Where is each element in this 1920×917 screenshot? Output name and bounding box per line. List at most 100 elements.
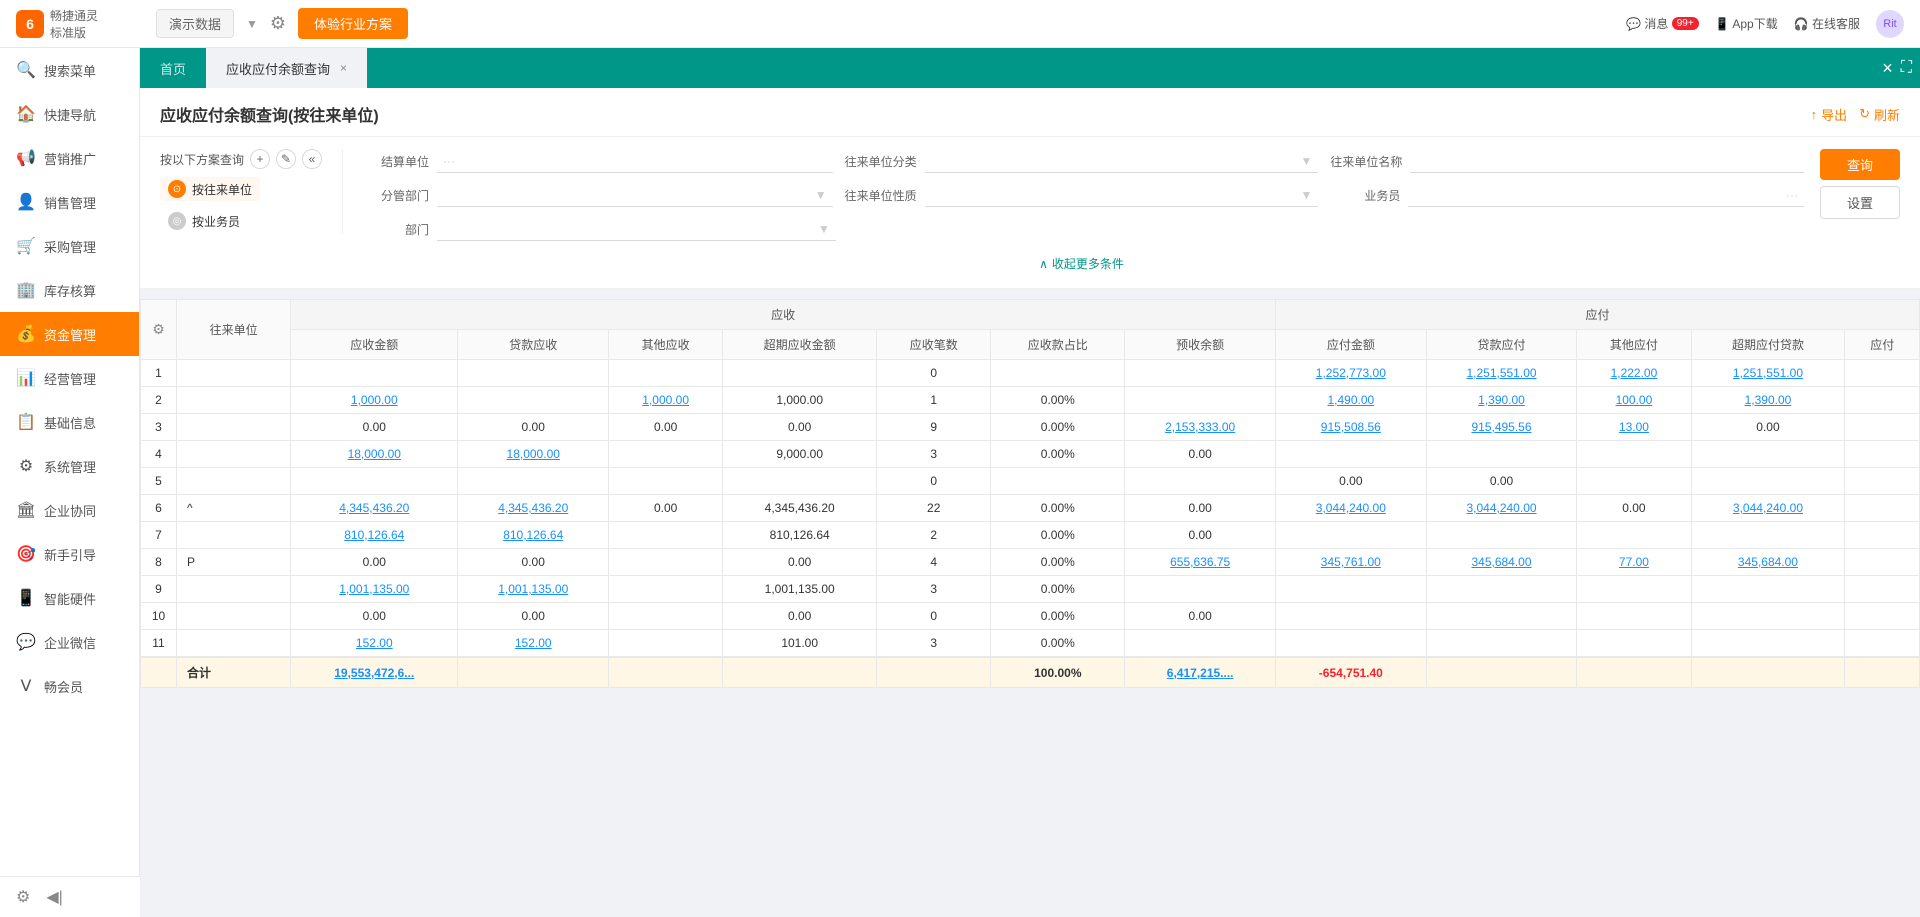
table-row: 500.000.00 <box>141 468 1920 495</box>
row-payable-col <box>1845 495 1920 522</box>
row-receivable-amt[interactable]: 18,000.00 <box>291 441 458 468</box>
query-button[interactable]: 查询 <box>1820 149 1900 180</box>
edit-scheme-button[interactable]: ✎ <box>276 149 296 169</box>
avatar[interactable]: Rit <box>1876 10 1904 38</box>
settlement-unit-input[interactable]: ··· <box>437 149 833 173</box>
sidebar-item-operations[interactable]: 📊 经营管理 <box>0 356 139 400</box>
sidebar-item-purchase[interactable]: 🛒 采购管理 <box>0 224 139 268</box>
tab-close-window-icon[interactable]: × <box>1882 58 1893 79</box>
row-other-payable[interactable]: 77.00 <box>1577 549 1691 576</box>
total-prepaid[interactable]: 6,417,215.... <box>1125 657 1276 688</box>
table-row: 7810,126.64810,126.64810,126.6420.00%0.0… <box>141 522 1920 549</box>
sidebar-item-enterprise-collab[interactable]: 🏛 企业协同 <box>0 488 139 532</box>
row-overdue-payable[interactable]: 345,684.00 <box>1691 549 1845 576</box>
settings-icon[interactable]: ⚙ <box>270 13 286 34</box>
scheme-option1-label: 按往来单位 <box>192 181 252 198</box>
row-loan-payable[interactable]: 345,684.00 <box>1426 549 1577 576</box>
online-service-link[interactable]: 🎧 在线客服 <box>1794 15 1860 32</box>
row-receivable-count: 0 <box>877 603 991 630</box>
settings-button[interactable]: 设置 <box>1820 186 1900 219</box>
sidebar-item-basic-info[interactable]: 📋 基础信息 <box>0 400 139 444</box>
row-payable-amt[interactable]: 3,044,240.00 <box>1276 495 1427 522</box>
row-loan-receivable[interactable]: 18,000.00 <box>458 441 609 468</box>
row-partner: ^ <box>177 495 291 522</box>
tab-close-icon[interactable]: × <box>340 61 347 75</box>
row-overdue-payable <box>1691 468 1845 495</box>
row-receivable-amt[interactable]: 810,126.64 <box>291 522 458 549</box>
row-loan-receivable[interactable]: 4,345,436.20 <box>458 495 609 522</box>
sidebar-item-member[interactable]: Ⅴ 畅会员 <box>0 664 139 708</box>
row-loan-payable[interactable]: 915,495.56 <box>1426 414 1577 441</box>
sidebar-item-inventory[interactable]: 🏢 库存核算 <box>0 268 139 312</box>
total-row: 合计 19,553,472,6... 100.00% 6,417,215....… <box>141 657 1920 688</box>
dept-input[interactable]: ▼ <box>437 217 836 241</box>
row-payable-col <box>1845 630 1920 658</box>
partner-name-input[interactable] <box>1410 149 1804 173</box>
row-overdue-payable[interactable]: 1,390.00 <box>1691 387 1845 414</box>
row-receivable-amt[interactable]: 1,001,135.00 <box>291 576 458 603</box>
sidebar-collapse-icon[interactable]: ◀| <box>46 887 62 907</box>
tab-fullscreen-icon[interactable]: ⛶ <box>1901 59 1912 77</box>
row-overdue-receivable: 0.00 <box>723 414 877 441</box>
row-no: 5 <box>141 468 177 495</box>
scheme-top: 按以下方案查询 + ✎ « <box>160 149 322 169</box>
row-other-receivable[interactable]: 1,000.00 <box>609 387 723 414</box>
row-overdue-payable[interactable]: 3,044,240.00 <box>1691 495 1845 522</box>
refresh-button[interactable]: ↻ 刷新 <box>1859 105 1900 124</box>
row-other-payable[interactable]: 100.00 <box>1577 387 1691 414</box>
sidebar-item-beginner[interactable]: 🎯 新手引导 <box>0 532 139 576</box>
row-receivable-ratio: 0.00% <box>991 495 1125 522</box>
company-name[interactable]: 演示数据 <box>156 9 234 38</box>
row-prepaid-balance[interactable]: 655,636.75 <box>1125 549 1276 576</box>
row-loan-payable[interactable]: 3,044,240.00 <box>1426 495 1577 522</box>
row-payable-amt[interactable]: 915,508.56 <box>1276 414 1427 441</box>
partner-nature-input[interactable]: ▼ <box>925 183 1319 207</box>
add-scheme-button[interactable]: + <box>250 149 270 169</box>
partner-category-input[interactable]: ▼ <box>925 149 1319 173</box>
scheme-option-salesman[interactable]: ◎ 按业务员 <box>160 209 248 233</box>
sidebar-item-system[interactable]: ⚙ 系统管理 <box>0 444 139 488</box>
row-payable-amt[interactable]: 1,252,773.00 <box>1276 360 1427 387</box>
row-partner <box>177 603 291 630</box>
row-loan-receivable[interactable]: 1,001,135.00 <box>458 576 609 603</box>
row-payable-amt[interactable]: 345,761.00 <box>1276 549 1427 576</box>
scheme-option-partner[interactable]: ⊙ 按往来单位 <box>160 177 260 201</box>
sidebar-item-quick-nav[interactable]: 🏠 快捷导航 <box>0 92 139 136</box>
tab-receivable-query[interactable]: 应收应付余额查询 × <box>206 48 367 88</box>
sidebar-item-sales[interactable]: 👤 销售管理 <box>0 180 139 224</box>
sidebar-item-smart-hardware[interactable]: 📱 智能硬件 <box>0 576 139 620</box>
row-receivable-amt[interactable]: 4,345,436.20 <box>291 495 458 522</box>
row-overdue-payable[interactable]: 1,251,551.00 <box>1691 360 1845 387</box>
row-payable-amt[interactable]: 1,490.00 <box>1276 387 1427 414</box>
row-loan-receivable[interactable]: 810,126.64 <box>458 522 609 549</box>
salesman-dots: ··· <box>1786 188 1798 202</box>
row-loan-payable[interactable]: 1,251,551.00 <box>1426 360 1577 387</box>
export-button[interactable]: ↑ 导出 <box>1811 105 1848 124</box>
dept-manager-input[interactable]: ▼ <box>437 183 833 207</box>
row-loan-receivable[interactable]: 152.00 <box>458 630 609 658</box>
row-other-receivable: 0.00 <box>609 495 723 522</box>
sidebar-item-enterprise-wechat[interactable]: 💬 企业微信 <box>0 620 139 664</box>
row-receivable-amt[interactable]: 1,000.00 <box>291 387 458 414</box>
row-receivable-amt[interactable]: 152.00 <box>291 630 458 658</box>
row-prepaid-balance[interactable]: 2,153,333.00 <box>1125 414 1276 441</box>
sidebar-item-finance[interactable]: 💰 资金管理 <box>0 312 139 356</box>
row-overdue-receivable <box>723 468 877 495</box>
row-other-payable[interactable]: 1,222.00 <box>1577 360 1691 387</box>
salesman-input[interactable]: ··· <box>1408 183 1804 207</box>
app-download-link[interactable]: 📱 App下载 <box>1715 15 1778 32</box>
total-receivable[interactable]: 19,553,472,6... <box>291 657 458 688</box>
sidebar-item-search-menu[interactable]: 🔍 搜索菜单 <box>0 48 139 92</box>
row-loan-payable[interactable]: 1,390.00 <box>1426 387 1577 414</box>
settlement-unit-dots: ··· <box>443 154 455 168</box>
sidebar-settings-icon[interactable]: ⚙ <box>16 887 30 907</box>
table-settings-icon[interactable]: ⚙ <box>152 321 165 337</box>
tab-home[interactable]: 首页 <box>140 48 206 88</box>
collapse-conditions-button[interactable]: ∧ 收起更多条件 <box>359 251 1804 276</box>
message-area[interactable]: 💬 消息 99+ <box>1626 15 1699 32</box>
dropdown-chevron-icon[interactable]: ▼ <box>246 17 258 31</box>
sidebar-item-marketing[interactable]: 📢 营销推广 <box>0 136 139 180</box>
row-other-payable[interactable]: 13.00 <box>1577 414 1691 441</box>
collapse-scheme-button[interactable]: « <box>302 149 322 169</box>
promo-button[interactable]: 体验行业方案 <box>298 8 408 39</box>
